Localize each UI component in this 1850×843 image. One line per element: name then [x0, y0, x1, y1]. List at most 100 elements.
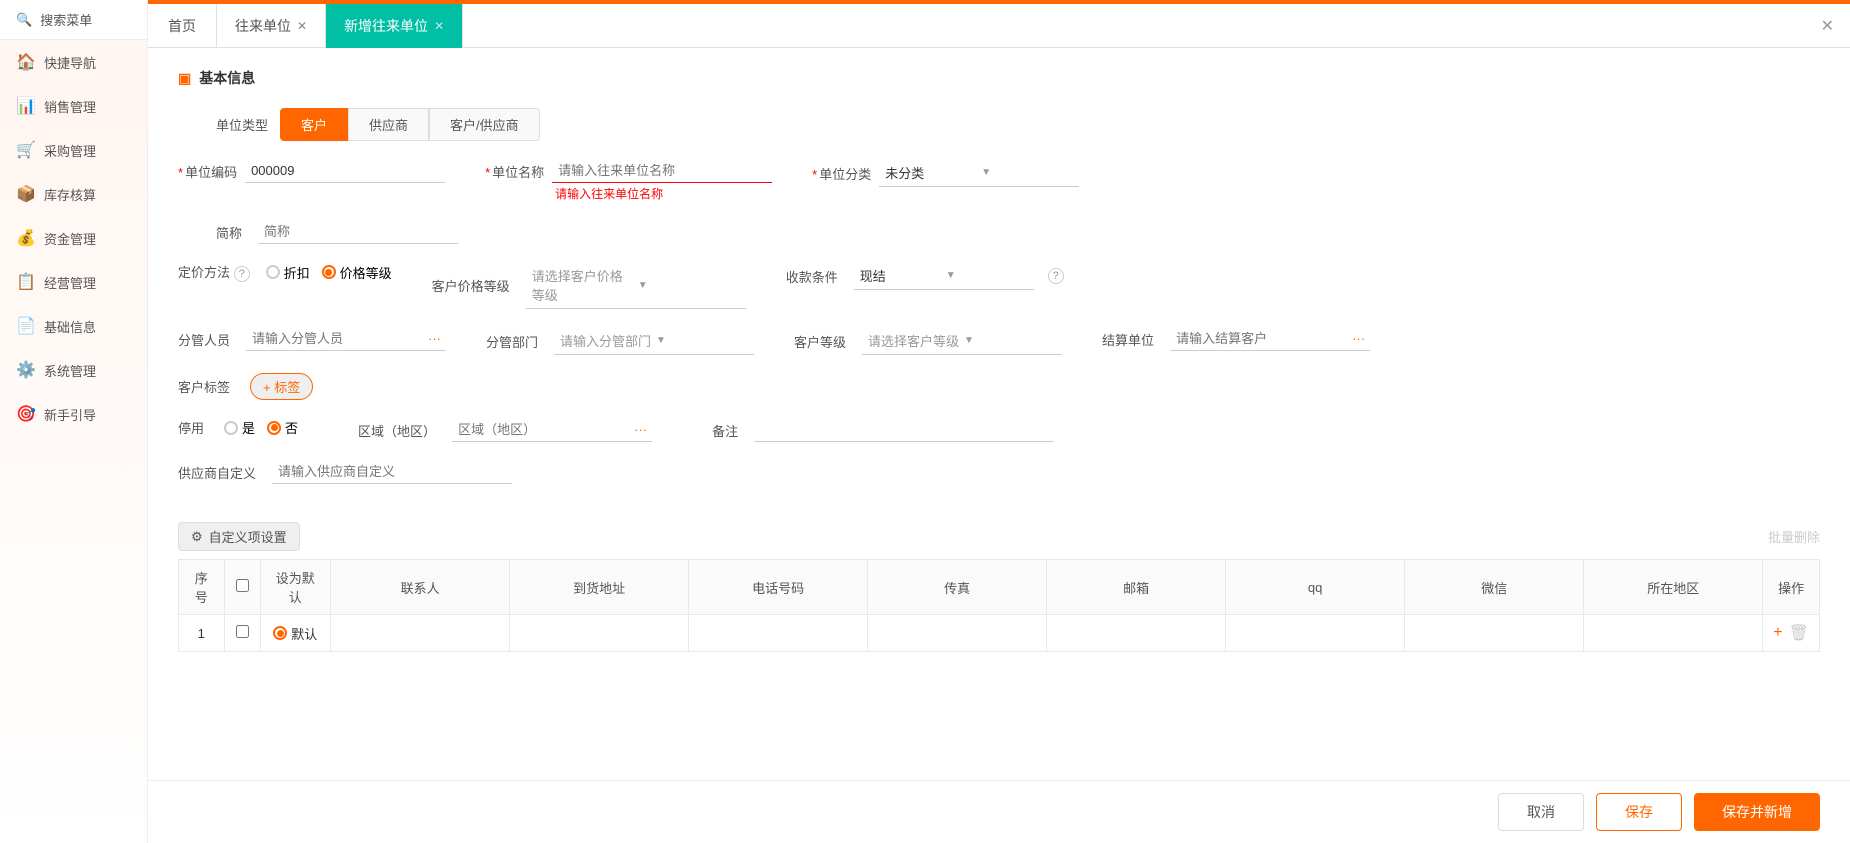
sidebar-item-sales[interactable]: 📊销售管理	[0, 84, 147, 128]
supplier-custom-input[interactable]	[272, 460, 512, 484]
td-contact-input[interactable]	[341, 626, 499, 641]
unit-code-label: *单位编码	[178, 162, 237, 181]
td-wechat[interactable]	[1405, 615, 1584, 652]
td-qq[interactable]	[1226, 615, 1405, 652]
th-email: 邮箱	[1047, 560, 1226, 615]
close-all-tabs[interactable]: ✕	[1805, 16, 1850, 36]
th-checkbox	[224, 560, 260, 615]
pricing-grade-circle	[322, 265, 336, 279]
row-default-label: 默认	[291, 624, 317, 643]
sidebar-item-quick-nav[interactable]: 🏠快捷导航	[0, 40, 147, 84]
sidebar-label-system: 系统管理	[44, 361, 96, 380]
td-email-input[interactable]	[1057, 626, 1215, 641]
td-phone[interactable]	[689, 615, 868, 652]
disable-no-label: 否	[285, 418, 298, 437]
sidebar-item-inventory[interactable]: 📦库存核算	[0, 172, 147, 216]
payment-label: 收款条件	[786, 267, 838, 286]
cancel-button[interactable]: 取消	[1498, 793, 1584, 831]
td-phone-input[interactable]	[699, 626, 857, 641]
tab-contacts-close[interactable]: ✕	[297, 19, 307, 33]
tab-new-contact[interactable]: 新增往来单位 ✕	[326, 4, 463, 48]
disable-no-circle	[267, 421, 281, 435]
td-address-input[interactable]	[520, 626, 678, 641]
department-select[interactable]: 请输入分管部门 ▼	[554, 327, 754, 355]
row-actions: + 🗑	[1773, 623, 1809, 643]
sidebar-item-finance[interactable]: 💰资金管理	[0, 216, 147, 260]
section-title: ▣ 基本信息	[178, 68, 1820, 88]
customer-price-select[interactable]: 请选择客户价格等级 ▼	[526, 262, 746, 309]
td-address[interactable]	[510, 615, 689, 652]
unit-btn-both[interactable]: 客户/供应商	[429, 108, 540, 141]
td-region[interactable]	[1584, 615, 1763, 652]
department-label: 分管部门	[486, 332, 538, 351]
td-fax[interactable]	[868, 615, 1047, 652]
pricing-radio-discount[interactable]: 折扣	[266, 263, 310, 282]
sidebar-item-operation[interactable]: 📋经营管理	[0, 260, 147, 304]
td-wechat-input[interactable]	[1415, 626, 1573, 641]
table-row: 1 默认	[179, 615, 1820, 652]
sidebar-item-guide[interactable]: 🎯新手引导	[0, 392, 147, 436]
disable-yes-label: 是	[242, 418, 255, 437]
unit-name-input[interactable]	[552, 159, 772, 183]
pricing-radio-grade[interactable]: 价格等级	[322, 263, 392, 282]
tab-new-contact-label: 新增往来单位	[344, 16, 428, 36]
disable-radio-no[interactable]: 否	[267, 418, 298, 437]
unit-category-value: 未分类	[885, 163, 977, 182]
unit-btn-supplier[interactable]: 供应商	[348, 108, 429, 141]
pricing-help-icon[interactable]: ?	[234, 266, 250, 282]
field-short-name: 简称	[178, 220, 458, 244]
td-region-input[interactable]	[1594, 626, 1752, 641]
save-button[interactable]: 保存	[1596, 793, 1682, 831]
customer-level-select[interactable]: 请选择客户等级 ▼	[862, 327, 1062, 355]
manager-dots[interactable]: ···	[428, 331, 441, 346]
row-del-btn[interactable]: 🗑	[1789, 623, 1809, 643]
tab-contacts[interactable]: 往来单位 ✕	[217, 4, 326, 48]
remark-input[interactable]	[754, 418, 1054, 442]
table-header-row: 序号 设为默认 联系人 到货地址 电话号码 传真 邮箱 qq 微信 所在地区 操…	[179, 560, 1820, 615]
td-fax-input[interactable]	[878, 626, 1036, 641]
save-new-button[interactable]: 保存并新增	[1694, 793, 1820, 831]
disable-radio-yes[interactable]: 是	[224, 418, 255, 437]
purchase-icon: 🛒	[16, 140, 36, 160]
settlement-input[interactable]	[1176, 331, 1352, 346]
sidebar-label-quick-nav: 快捷导航	[44, 53, 96, 72]
settlement-dots[interactable]: ···	[1352, 331, 1365, 346]
pricing-radio-group: 折扣 价格等级	[266, 263, 392, 282]
sidebar-label-sales: 销售管理	[44, 97, 96, 116]
manager-input[interactable]	[252, 331, 428, 346]
tabs-bar: 首页 往来单位 ✕ 新增往来单位 ✕ ✕	[148, 4, 1850, 48]
payment-select[interactable]: 现结 ▼	[854, 262, 1034, 290]
batch-delete-btn[interactable]: 批量删除	[1768, 527, 1820, 546]
region-input[interactable]	[458, 422, 634, 437]
customize-btn[interactable]: ⚙ 自定义项设置	[178, 522, 300, 551]
td-contact[interactable]	[331, 615, 510, 652]
sidebar: 🔍 搜索菜单 🏠快捷导航📊销售管理🛒采购管理📦库存核算💰资金管理📋经营管理📄基础…	[0, 0, 148, 843]
customize-icon: ⚙	[191, 529, 203, 545]
sidebar-label-basic: 基础信息	[44, 317, 96, 336]
unit-btn-customer[interactable]: 客户	[280, 108, 348, 141]
row-checkbox[interactable]	[236, 625, 249, 638]
customer-level-arrow: ▼	[964, 335, 1056, 346]
sidebar-item-system[interactable]: ⚙️系统管理	[0, 348, 147, 392]
unit-category-select[interactable]: 未分类 ▼	[879, 159, 1079, 187]
sidebar-item-purchase[interactable]: 🛒采购管理	[0, 128, 147, 172]
tab-new-contact-close[interactable]: ✕	[434, 19, 444, 33]
sidebar-item-basic[interactable]: 📄基础信息	[0, 304, 147, 348]
row-add-btn[interactable]: +	[1773, 624, 1782, 642]
tab-home[interactable]: 首页	[148, 4, 217, 48]
region-dots[interactable]: ···	[634, 422, 647, 437]
operation-icon: 📋	[16, 272, 36, 292]
td-email[interactable]	[1047, 615, 1226, 652]
pricing-discount-label: 折扣	[284, 263, 310, 282]
select-all-checkbox[interactable]	[236, 579, 249, 592]
row-default-radio[interactable]: 默认	[271, 624, 321, 643]
short-name-input[interactable]	[258, 220, 458, 244]
tag-add-btn[interactable]: + 标签	[250, 373, 313, 400]
payment-help-icon[interactable]: ?	[1048, 268, 1064, 284]
th-wechat: 微信	[1405, 560, 1584, 615]
sidebar-search[interactable]: 🔍 搜索菜单	[0, 0, 147, 40]
unit-code-input[interactable]	[245, 159, 445, 183]
td-qq-input[interactable]	[1236, 626, 1394, 641]
field-unit-category: *单位分类 未分类 ▼	[812, 159, 1079, 187]
unit-category-arrow: ▼	[981, 167, 1073, 178]
